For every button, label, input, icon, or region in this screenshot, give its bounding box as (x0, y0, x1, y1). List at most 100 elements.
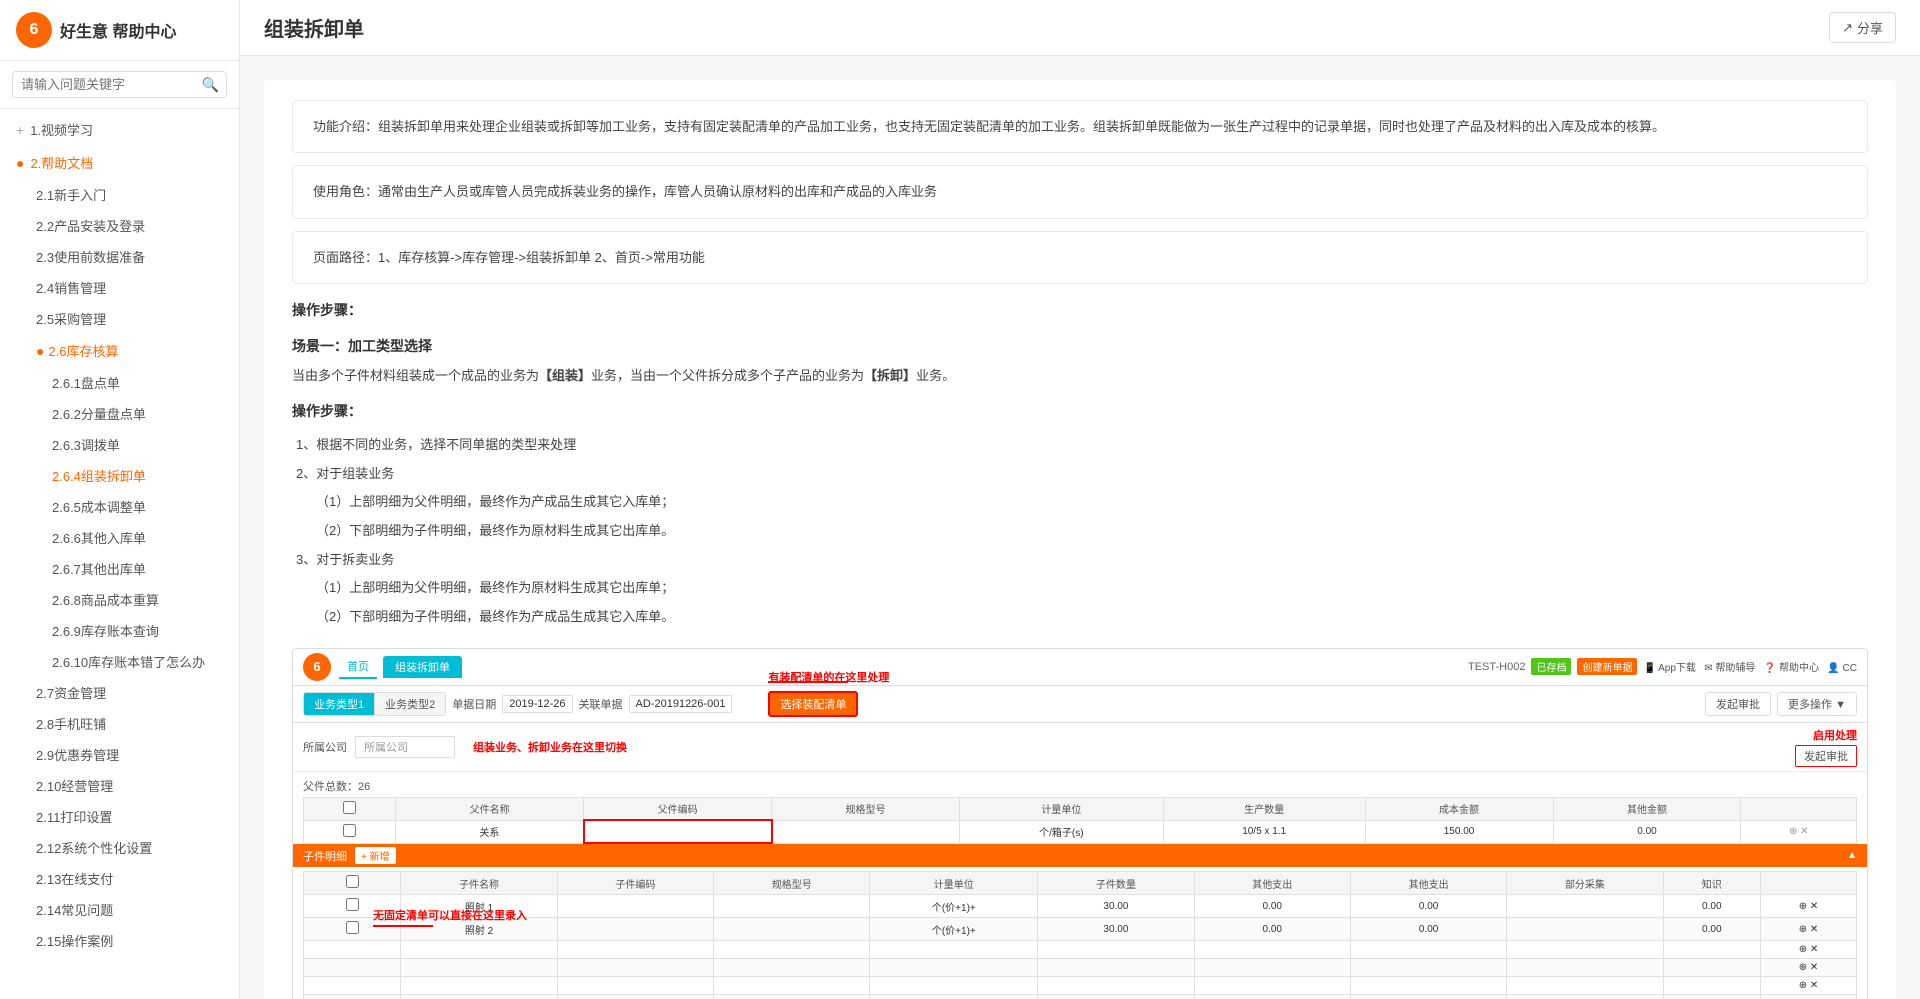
step-3-1: （1）上部明细为父件明细，最终作为原材料生成其它出库单； (296, 576, 1868, 601)
sidebar-item-269[interactable]: 2.6.9库存账本查询 (0, 615, 239, 646)
sim-type-btn-1[interactable]: 业务类型1 (304, 693, 374, 715)
main-header: 组装拆卸单 ↗ 分享 (240, 0, 1920, 56)
sidebar-item-214[interactable]: 2.14常见问题 (0, 894, 239, 925)
sim-new-tag: 创建新单据 (1577, 658, 1637, 675)
sidebar-item-213[interactable]: 2.13在线支付 (0, 863, 239, 894)
annot4-line (373, 925, 433, 927)
sidebar-item-26[interactable]: ● 2.6库存核算 (0, 334, 239, 367)
sidebar-item-29[interactable]: 2.9优惠券管理 (0, 739, 239, 770)
search-input[interactable] (12, 71, 227, 98)
sim-collapse-icon[interactable]: ▲ (1847, 850, 1857, 861)
sim-screen: 6 首页 组装拆卸单 TEST-H002 已存档 创建新单据 📱 App下载 ✉ (293, 649, 1867, 999)
annotation-3: 启用处理 (1813, 727, 1857, 743)
sidebar-item-210[interactable]: 2.10经营管理 (0, 770, 239, 801)
select-all-upper[interactable] (343, 801, 356, 814)
sidebar-item-265[interactable]: 2.6.5成本调整单 (0, 491, 239, 522)
sidebar: 6 好生意 帮助中心 🔍 + 1.视频学习 ● 2.帮助文档 2.1新手入门 2… (0, 0, 240, 999)
lower-row-1: 照射 1 个(价+1)+ 30.00 0.00 0.00 0.00 (304, 895, 1857, 918)
sidebar-item-label: 1.视频学习 (30, 120, 93, 139)
sidebar-item-215[interactable]: 2.15操作案例 (0, 925, 239, 956)
search-button[interactable]: 🔍 (202, 76, 219, 93)
th-qty: 生产数量 (1163, 797, 1365, 820)
steps-title: 操作步骤： (292, 401, 1868, 421)
sidebar-item-23[interactable]: 2.3使用前数据准备 (0, 241, 239, 272)
annot-line-1 (768, 681, 848, 683)
row-checkbox-1[interactable] (343, 824, 356, 837)
sidebar-item-2610[interactable]: 2.6.10库存账本错了怎么办 (0, 646, 239, 677)
th-checkbox (304, 797, 396, 820)
intro-block-2: 使用角色：通常由生产人员或库管人员完成拆装业务的操作，库管人员确认原材料的出库和… (292, 165, 1868, 218)
sim-org-label: 所属公司 (303, 739, 347, 755)
sim-sub-add[interactable]: + 新增 (355, 847, 396, 864)
scenario1-title: 场景一：加工类型选择 (292, 336, 1868, 356)
sidebar-item-28[interactable]: 2.8手机旺铺 (0, 708, 239, 739)
sidebar-item-24[interactable]: 2.4销售管理 (0, 272, 239, 303)
lower-row-5: ⊕ ✕ (304, 977, 1857, 995)
sim-ref-label: 关联单据 (579, 696, 623, 712)
ops-section: 操作步骤： 场景一：加工类型选择 当由多个子件材料组装成一个成品的业务为【组装】… (292, 300, 1868, 999)
sim-toolbar2: 所属公司 所属公司 组装业务、拆卸业务在这里切换 启用处理 发起审批 (293, 723, 1867, 772)
logo-icon: 6 (16, 12, 52, 48)
sim-more-btn[interactable]: 更多操作 ▼ (1777, 692, 1857, 716)
sim-choose-btn[interactable]: 选择装配清单 (768, 691, 858, 717)
sidebar-item-264[interactable]: 2.6.4组装拆卸单 (0, 460, 239, 491)
table-row: 关系 个/箱子(s) 10/5 x 1.1 150.00 0.00 ⊕ (304, 820, 1857, 843)
app-title: 好生意 帮助中心 (60, 18, 176, 42)
lower-checkbox-2[interactable] (346, 921, 359, 934)
sidebar-item-docs[interactable]: ● 2.帮助文档 (0, 146, 239, 179)
sidebar-item-label: 2.帮助文档 (30, 153, 93, 172)
sidebar-item-263[interactable]: 2.6.3调拨单 (0, 429, 239, 460)
step-2: 2、对于组装业务 (296, 462, 1868, 487)
annot3-area: 启用处理 发起审批 (1795, 727, 1857, 767)
sim-logo: 6 (303, 653, 331, 681)
sim-date-value: 2019-12-26 (502, 695, 572, 713)
th-parent-code: 父件编码 (584, 797, 772, 820)
lower-row-2: 照射 2 个(价+1)+ 30.00 0.00 0.00 0.00 (304, 918, 1857, 941)
sidebar-item-25[interactable]: 2.5采购管理 (0, 303, 239, 334)
intro-text-2: 使用角色：通常由生产人员或库管人员完成拆装业务的操作，库管人员确认原材料的出库和… (313, 184, 937, 199)
lower-checkbox-1[interactable] (346, 898, 359, 911)
sidebar-item-21[interactable]: 2.1新手入门 (0, 179, 239, 210)
row-action-1[interactable]: ⊕ (1789, 826, 1797, 837)
share-button[interactable]: ↗ 分享 (1829, 12, 1896, 43)
sim-status-tag: 已存档 (1531, 658, 1571, 675)
annotation-2: 组装业务、拆卸业务在这里切换 (473, 742, 627, 754)
sim-icons-right: 📱 App下载 ✉ 帮助辅导 ❓ 帮助中心 👤 CC (1643, 659, 1857, 674)
sim-org-input[interactable]: 所属公司 (355, 736, 455, 758)
intro-text-1: 功能介绍：组装拆卸单用来处理企业组装或拆卸等加工业务，支持有固定装配清单的产品加… (313, 119, 1665, 134)
sidebar-item-video[interactable]: + 1.视频学习 (0, 113, 239, 146)
intro-text-3: 页面路径：1、库存核算->库存管理->组装拆卸单 2、首页->常用功能 (313, 250, 705, 265)
row-delete-1[interactable]: ✕ (1800, 826, 1808, 837)
sim-nav-bar: 6 首页 组装拆卸单 TEST-H002 已存档 创建新单据 📱 App下载 ✉ (293, 649, 1867, 686)
collapse-icon-26: ● (36, 343, 44, 359)
sim-divider: 子件明细 + 新增 ▲ (293, 844, 1867, 867)
sim-topbar-id: TEST-H002 (1468, 661, 1525, 673)
sim-tab-active[interactable]: 组装拆卸单 (383, 656, 462, 678)
sim-launch-btn[interactable]: 发起审批 (1705, 692, 1771, 716)
sidebar-item-268[interactable]: 2.6.8商品成本重算 (0, 584, 239, 615)
annot2-area: 组装业务、拆卸业务在这里切换 (473, 739, 627, 755)
sim-type-btn-2[interactable]: 业务类型2 (374, 693, 445, 715)
sim-type-selector: 业务类型1 业务类型2 (303, 692, 446, 716)
intro-block-1: 功能介绍：组装拆卸单用来处理企业组装或拆卸等加工业务，支持有固定装配清单的产品加… (292, 100, 1868, 153)
collapse-icon: ● (16, 155, 24, 171)
th-parent-name: 父件名称 (396, 797, 584, 820)
sidebar-item-267[interactable]: 2.6.7其他出库单 (0, 553, 239, 584)
sidebar-item-22[interactable]: 2.2产品安装及登录 (0, 210, 239, 241)
th-action-upper (1741, 797, 1857, 820)
sidebar-item-212[interactable]: 2.12系统个性化设置 (0, 832, 239, 863)
select-all-lower[interactable] (346, 875, 359, 888)
sim-upper-label: 父件总数：26 (303, 778, 1857, 794)
sidebar-item-262[interactable]: 2.6.2分量盘点单 (0, 398, 239, 429)
sim-enable-btn[interactable]: 发起审批 (1795, 745, 1857, 767)
sidebar-item-266[interactable]: 2.6.6其他入库单 (0, 522, 239, 553)
sidebar-item-261[interactable]: 2.6.1盘点单 (0, 367, 239, 398)
sim-tab-home[interactable]: 首页 (339, 655, 377, 679)
sidebar-item-27[interactable]: 2.7资金管理 (0, 677, 239, 708)
sidebar-item-211[interactable]: 2.11打印设置 (0, 801, 239, 832)
step-2-1: （1）上部明细为父件明细，最终作为产成品生成其它入库单； (296, 490, 1868, 515)
scenario1-desc: 当由多个子件材料组装成一个成品的业务为【组装】业务，当由一个父件拆分成多个子产品… (292, 364, 1868, 389)
sim-toolbar: 业务类型1 业务类型2 单据日期 2019-12-26 关联单据 AD-2019… (293, 686, 1867, 723)
sim-upper-table-area: 父件总数：26 父件名称 父件编码 规格型号 计量单位 (293, 772, 1867, 845)
sim-topright: TEST-H002 已存档 创建新单据 📱 App下载 ✉ 帮助辅导 ❓ 帮助中… (1468, 658, 1857, 675)
